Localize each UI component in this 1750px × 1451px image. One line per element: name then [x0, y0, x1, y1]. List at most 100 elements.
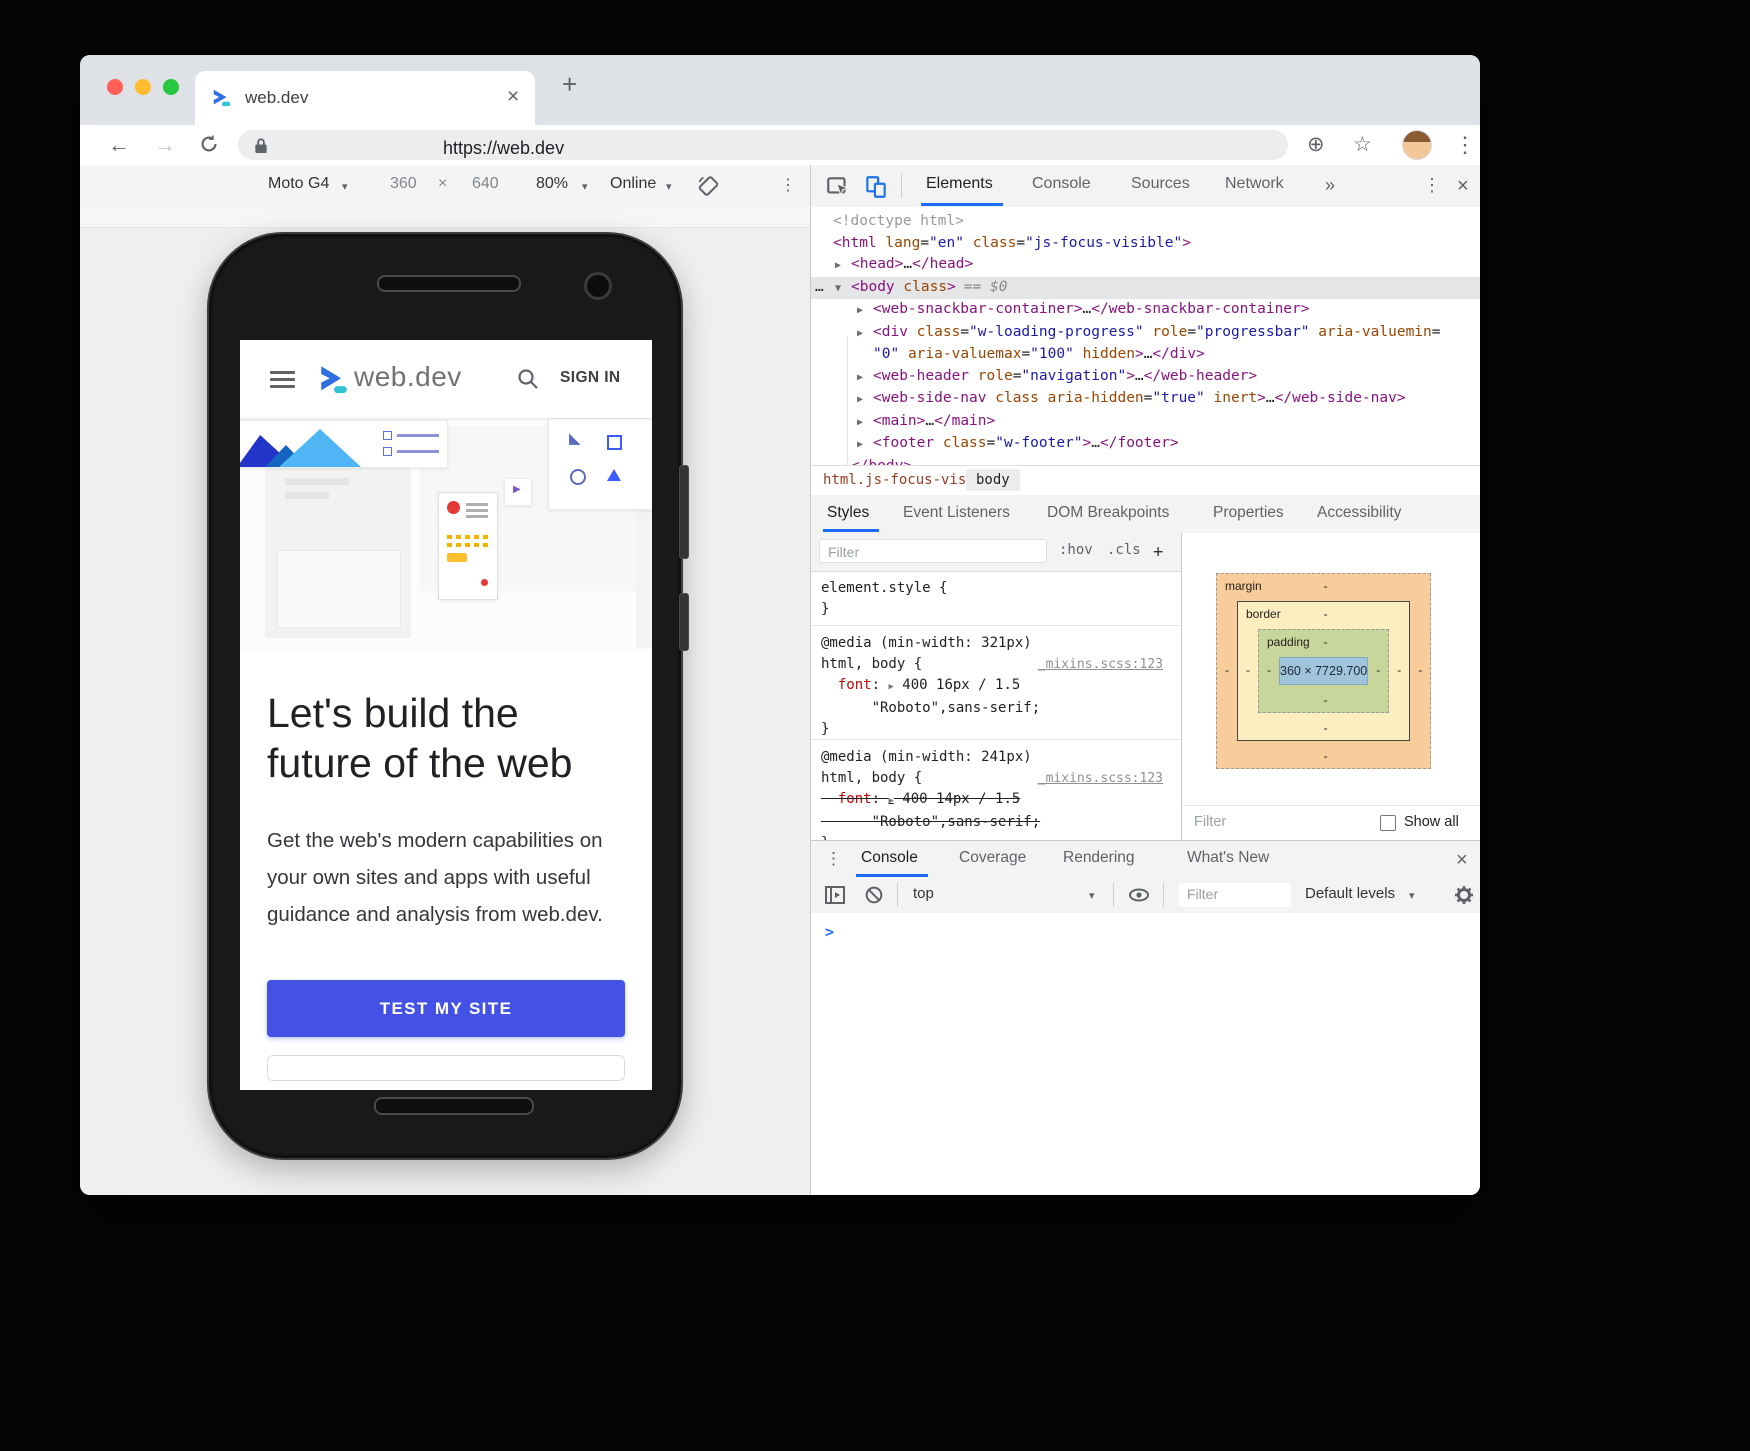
- console-drawer: ⋮ Console Coverage Rendering What's New …: [811, 840, 1480, 1195]
- console-prompt[interactable]: >: [825, 923, 834, 941]
- rule-element-style[interactable]: element.style { }: [821, 578, 947, 620]
- tab-properties[interactable]: Properties: [1213, 504, 1284, 522]
- throttling-select[interactable]: Online: [610, 175, 656, 193]
- clear-console-icon[interactable]: [863, 884, 885, 906]
- expand-arrow-icon[interactable]: ▶: [857, 300, 873, 322]
- breadcrumb-body[interactable]: body: [966, 469, 1020, 491]
- toggle-hov-button[interactable]: :hov: [1059, 542, 1093, 558]
- code-line[interactable]: <!doctype html>: [811, 211, 1480, 233]
- expand-arrow-icon[interactable]: ▶: [857, 323, 873, 345]
- drawer-tab-rendering[interactable]: Rendering: [1063, 849, 1135, 867]
- phone-screen: web.dev SIGN IN: [240, 340, 652, 1090]
- tab-elements[interactable]: Elements: [926, 175, 993, 193]
- separator: [901, 174, 902, 198]
- code-line[interactable]: …▼<body class>== $0: [811, 277, 1480, 300]
- toggle-cls-button[interactable]: .cls: [1107, 542, 1141, 558]
- new-tab-button[interactable]: +: [562, 69, 577, 100]
- code-line[interactable]: </body>: [811, 456, 1480, 466]
- code-line[interactable]: ▶<head>…</head>: [811, 254, 1480, 277]
- devtools-close-icon[interactable]: ×: [1457, 175, 1469, 198]
- address-bar[interactable]: https://web.dev: [238, 130, 1288, 160]
- drawer-tab-whats-new[interactable]: What's New: [1187, 849, 1269, 867]
- zoom-select[interactable]: 80%: [536, 175, 568, 193]
- code-line[interactable]: ▶<div class="w-loading-progress" role="p…: [811, 322, 1480, 345]
- device-toolbar-menu-icon[interactable]: ⋮: [780, 175, 796, 195]
- console-log-area[interactable]: >: [811, 913, 1480, 1195]
- code-line[interactable]: ▶<web-side-nav class aria-hidden="true" …: [811, 388, 1480, 411]
- rule-media-321[interactable]: @media (min-width: 321px) html, body {_m…: [821, 633, 1173, 740]
- box-model-diagram[interactable]: margin -- -- border -- -- padding -- -: [1216, 573, 1431, 769]
- device-toolbar-toggle-icon[interactable]: [863, 174, 889, 200]
- inspect-element-icon[interactable]: [825, 174, 851, 200]
- show-all-label: Show all: [1404, 814, 1459, 830]
- live-expression-eye-icon[interactable]: [1127, 884, 1151, 906]
- code-line[interactable]: <html lang="en" class="js-focus-visible"…: [811, 233, 1480, 255]
- console-settings-gear-icon[interactable]: [1453, 884, 1475, 906]
- code-line[interactable]: "0" aria-valuemax="100" hidden>…</div>: [811, 344, 1480, 366]
- minimize-window-button[interactable]: [135, 79, 151, 95]
- tab-dom-breakpoints[interactable]: DOM Breakpoints: [1047, 504, 1169, 522]
- drawer-tab-coverage[interactable]: Coverage: [959, 849, 1026, 867]
- stylesheet-link[interactable]: _mixins.scss:123: [1038, 768, 1163, 789]
- zoom-page-icon[interactable]: ⊕: [1307, 132, 1325, 157]
- close-window-button[interactable]: [107, 79, 123, 95]
- illustration-gray-card: [265, 462, 411, 638]
- tab-close-icon[interactable]: ×: [507, 85, 519, 109]
- console-filter-input[interactable]: Filter: [1179, 883, 1291, 907]
- tab-styles[interactable]: Styles: [827, 504, 869, 522]
- back-button[interactable]: ←: [108, 132, 130, 158]
- bookmark-star-icon[interactable]: ☆: [1353, 132, 1372, 157]
- tab-sources[interactable]: Sources: [1131, 175, 1190, 193]
- expand-arrow-icon[interactable]: ▶: [857, 434, 873, 456]
- forward-button[interactable]: →: [154, 132, 176, 158]
- code-line[interactable]: ▶<footer class="w-footer">…</footer>: [811, 433, 1480, 456]
- browser-tab[interactable]: web.dev ×: [195, 71, 535, 125]
- illustration-doc-card: [438, 492, 498, 600]
- webdev-logo-text[interactable]: web.dev: [354, 361, 462, 393]
- expand-arrow-icon[interactable]: ▶: [857, 367, 873, 389]
- styles-filter-input[interactable]: Filter: [819, 539, 1047, 563]
- profile-avatar[interactable]: [1402, 130, 1432, 160]
- drawer-menu-icon[interactable]: ⋮: [825, 849, 842, 869]
- expand-arrow-icon[interactable]: ▶: [857, 389, 873, 411]
- expand-arrow-icon[interactable]: ▶: [857, 412, 873, 434]
- drawer-close-icon[interactable]: ×: [1456, 849, 1468, 872]
- expand-arrow-icon[interactable]: ▶: [835, 255, 851, 277]
- show-all-checkbox[interactable]: [1380, 815, 1396, 831]
- log-levels-select[interactable]: Default levels: [1305, 885, 1395, 902]
- reload-button[interactable]: [198, 133, 220, 155]
- webdev-logo-icon[interactable]: [316, 362, 352, 396]
- search-icon[interactable]: [516, 367, 540, 391]
- tab-console[interactable]: Console: [1032, 175, 1091, 193]
- code-line[interactable]: ▶<main>…</main>: [811, 411, 1480, 434]
- computed-sidebar: margin -- -- border -- -- padding -- -: [1181, 533, 1480, 840]
- viewport-width[interactable]: 360: [390, 175, 417, 193]
- stylesheet-link[interactable]: _mixins.scss:123: [1038, 654, 1163, 675]
- more-tabs-icon[interactable]: »: [1325, 175, 1335, 196]
- zoom-select-caret-icon: ▾: [582, 180, 588, 193]
- maximize-window-button[interactable]: [163, 79, 179, 95]
- browser-menu-icon[interactable]: ⋮: [1454, 132, 1476, 158]
- url-text[interactable]: https://web.dev: [443, 138, 564, 159]
- viewport-height[interactable]: 640: [472, 175, 499, 193]
- rule-media-241[interactable]: @media (min-width: 241px) html, body {_m…: [821, 747, 1173, 854]
- styles-rules-column: Filter :hov .cls + element.style { } @me…: [811, 533, 1181, 840]
- device-toolbar: Moto G4 ▾ 360 × 640 80% ▾ Online ▾ ⋮: [80, 165, 810, 208]
- test-my-site-button[interactable]: TEST MY SITE: [267, 980, 625, 1037]
- tab-event-listeners[interactable]: Event Listeners: [903, 504, 1010, 522]
- code-line[interactable]: ▶<web-header role="navigation">…</web-he…: [811, 366, 1480, 389]
- context-select[interactable]: top: [913, 885, 934, 902]
- tab-accessibility[interactable]: Accessibility: [1317, 504, 1401, 522]
- new-style-rule-button[interactable]: +: [1153, 542, 1163, 562]
- phone-top-speaker: [377, 275, 521, 292]
- computed-filter-input[interactable]: Filter: [1194, 814, 1226, 830]
- console-sidebar-toggle-icon[interactable]: [823, 884, 847, 906]
- drawer-tab-console[interactable]: Console: [861, 849, 918, 867]
- devtools-menu-icon[interactable]: ⋮: [1423, 175, 1441, 196]
- code-line[interactable]: ▶<web-snackbar-container>…</web-snackbar…: [811, 299, 1480, 322]
- rotate-device-icon[interactable]: [696, 174, 720, 198]
- tab-network[interactable]: Network: [1225, 175, 1284, 193]
- device-select[interactable]: Moto G4: [268, 175, 329, 193]
- sign-in-button[interactable]: SIGN IN: [560, 369, 621, 387]
- expand-arrow-icon[interactable]: ▼: [835, 278, 851, 300]
